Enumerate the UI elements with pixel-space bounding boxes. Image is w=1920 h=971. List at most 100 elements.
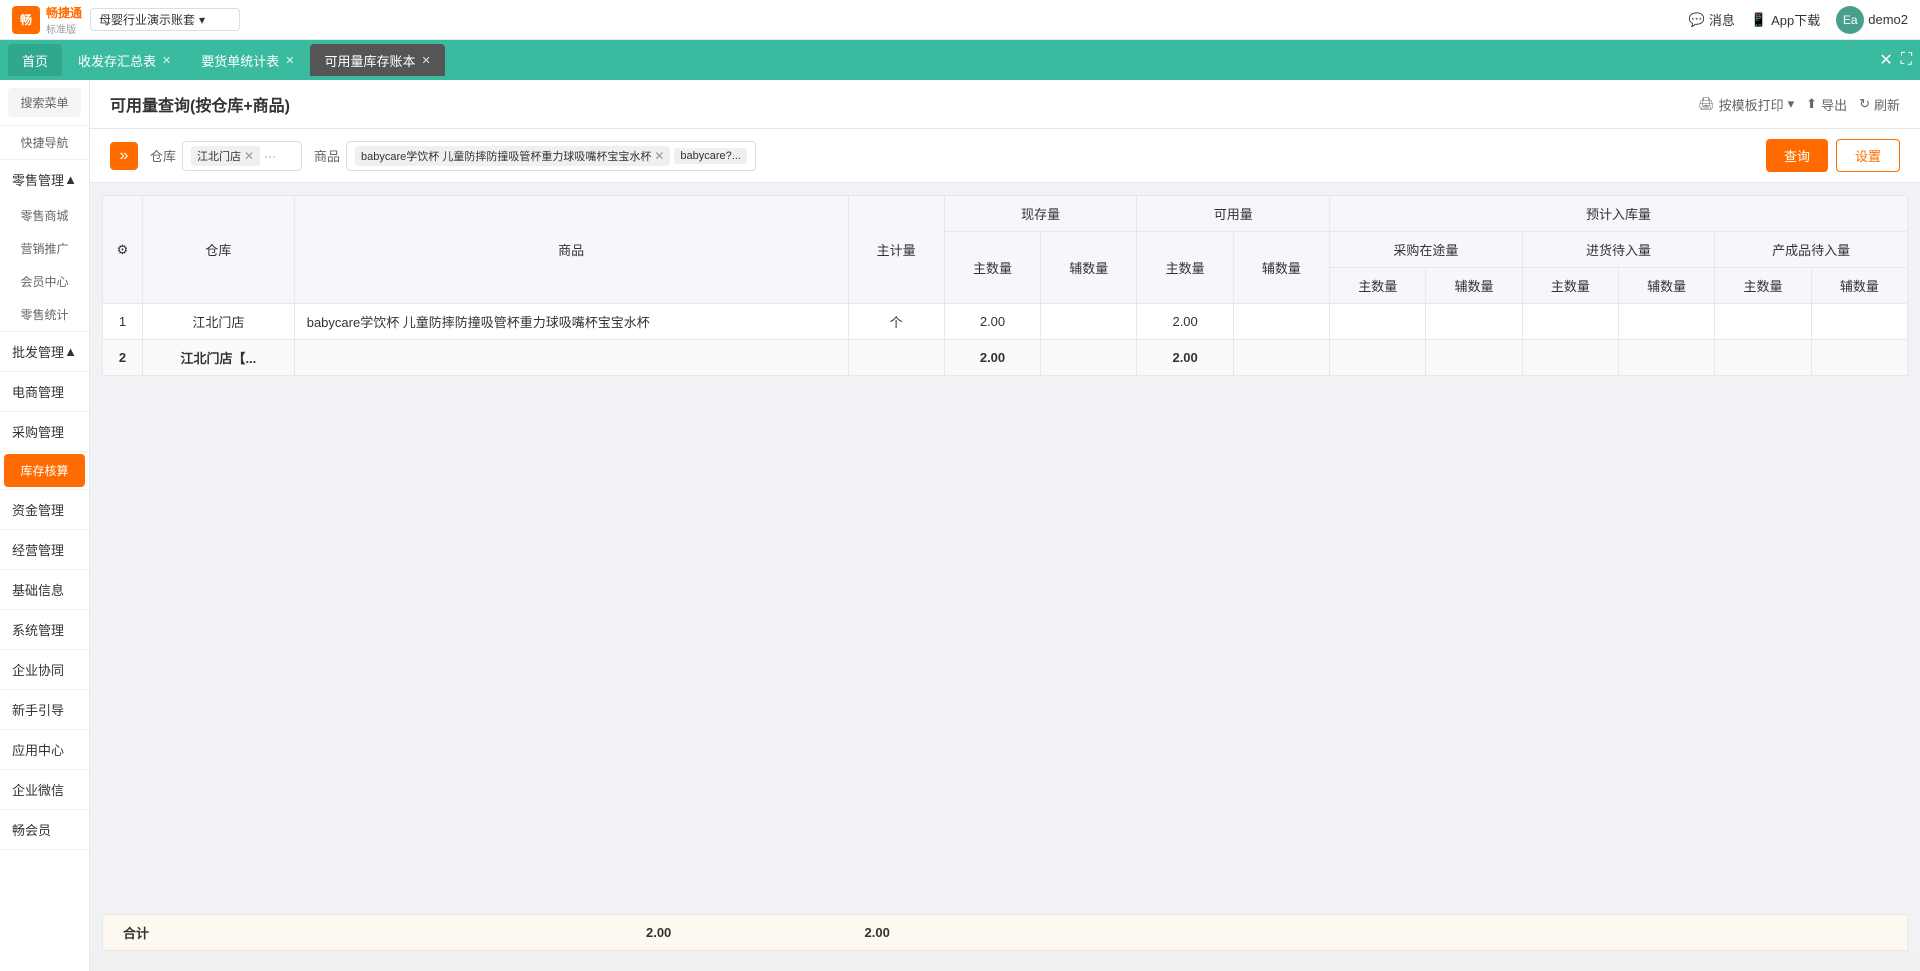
th-available-aux: 辅数量: [1233, 232, 1329, 304]
product-tag-2: babycare?...: [674, 148, 747, 164]
sidebar: 搜索菜单 快捷导航 零售管理 ▲ 零售商城 营销推广 会员中心 零售统计 批发管…: [0, 80, 90, 971]
product-filter-label: 商品: [314, 146, 340, 165]
sidebar-ops-label: 经营管理: [12, 540, 64, 559]
setting-btn[interactable]: 设置: [1836, 139, 1900, 172]
tab-home[interactable]: 首页: [8, 44, 62, 76]
tab-order-stats-label: 要货单统计表: [201, 51, 279, 70]
tab-order-stats[interactable]: 要货单统计表 ✕: [187, 44, 308, 76]
close-all-icon[interactable]: ✕: [1879, 50, 1892, 70]
product-tag-1-remove[interactable]: ✕: [654, 149, 664, 163]
sidebar-group-retail-header[interactable]: 零售管理 ▲: [0, 160, 89, 199]
app-download-btn[interactable]: 📱 App下载: [1751, 10, 1820, 29]
refresh-btn[interactable]: ↻ 刷新: [1859, 95, 1900, 114]
th-gear[interactable]: ⚙: [103, 196, 143, 304]
sidebar-group-finance: 资金管理: [0, 490, 89, 530]
industry-selector[interactable]: 母婴行业演示账套 ▾: [90, 8, 240, 31]
tab-available-stock-label: 可用量库存账本: [324, 51, 415, 70]
user-profile[interactable]: Ea demo2: [1836, 6, 1908, 34]
export-icon: ⬆: [1806, 96, 1817, 112]
message-btn[interactable]: 💬 消息: [1689, 10, 1735, 29]
sidebar-group-ops: 经营管理: [0, 530, 89, 570]
sidebar-group-wholesale: 批发管理 ▲: [0, 332, 89, 372]
quick-nav-btn[interactable]: 快捷导航: [0, 126, 89, 160]
th-inbound-main: 主数量: [1522, 268, 1618, 304]
filter-toggle-btn[interactable]: »: [110, 142, 138, 170]
th-planned-inbound: 预计入库量: [1330, 196, 1908, 232]
bottom-scrollbar[interactable]: [90, 951, 1920, 971]
sidebar-group-ecom-header[interactable]: 电商管理: [0, 372, 89, 411]
row-1-inbound-main: [1522, 304, 1618, 340]
warehouse-input[interactable]: 江北门店 ✕ ···: [182, 141, 302, 171]
row-1-inbound-aux: [1619, 304, 1715, 340]
row-1-unit: 个: [848, 304, 944, 340]
sidebar-group-wholesale-header[interactable]: 批发管理 ▲: [0, 332, 89, 371]
sidebar-wechat-label: 企业微信: [12, 780, 64, 799]
sidebar-group-guide-header[interactable]: 新手引导: [0, 690, 89, 729]
filter-bar: » 仓库 江北门店 ✕ ··· 商品 babycare学饮杯 儿童防摔防撞吸管杯…: [90, 129, 1920, 183]
th-current-aux: 辅数量: [1041, 232, 1137, 304]
sidebar-group-appcenter-header[interactable]: 应用中心: [0, 730, 89, 769]
warehouse-tag-remove[interactable]: ✕: [244, 149, 254, 163]
table-container[interactable]: ⚙ 仓库 商品 主计量 现存量 可用量 预计入库量 主数量 辅数量 主数量 辅数…: [90, 183, 1920, 914]
table-row: 2 江北门店【... 2.00 2.00: [103, 340, 1908, 376]
sidebar-item-retail-mall[interactable]: 零售商城: [0, 199, 89, 232]
product-input[interactable]: babycare学饮杯 儿童防摔防撞吸管杯重力球吸嘴杯宝宝水杯 ✕ babyca…: [346, 141, 756, 171]
sidebar-collab-label: 企业协同: [12, 660, 64, 679]
main-layout: 搜索菜单 快捷导航 零售管理 ▲ 零售商城 营销推广 会员中心 零售统计 批发管…: [0, 80, 1920, 971]
expand-retail-icon: ▲: [64, 172, 77, 187]
product-tag-2-value: babycare?...: [680, 150, 741, 162]
sidebar-item-member-center[interactable]: 会员中心: [0, 265, 89, 298]
sidebar-group-member-header[interactable]: 畅会员: [0, 810, 89, 849]
row-2-purchase-aux: [1426, 340, 1522, 376]
th-available: 可用量: [1137, 196, 1330, 232]
th-inbound-aux: 辅数量: [1619, 268, 1715, 304]
th-current-main: 主数量: [944, 232, 1040, 304]
sidebar-group-system: 系统管理: [0, 610, 89, 650]
sidebar-group-finance-header[interactable]: 资金管理: [0, 490, 89, 529]
logo-icon: 畅: [12, 6, 40, 34]
page-actions: 🖨 按模板打印 ▾ ⬆ 导出 ↻ 刷新: [1698, 95, 1900, 114]
print-chevron-icon: ▾: [1788, 96, 1795, 112]
product-filter: 商品 babycare学饮杯 儿童防摔防撞吸管杯重力球吸嘴杯宝宝水杯 ✕ bab…: [314, 141, 756, 171]
row-2-available-main: 2.00: [1137, 340, 1233, 376]
expand-icon[interactable]: ⛶: [1901, 51, 1912, 69]
sidebar-item-inventory[interactable]: 库存核算: [4, 454, 85, 487]
warehouse-more[interactable]: ···: [264, 149, 276, 163]
print-icon: 🖨: [1698, 96, 1715, 112]
sidebar-item-retail-stats[interactable]: 零售统计: [0, 298, 89, 331]
print-btn[interactable]: 🖨 按模板打印 ▾: [1698, 95, 1794, 114]
sidebar-group-collab-header[interactable]: 企业协同: [0, 650, 89, 689]
tab-receipts-label: 收发存汇总表: [78, 51, 156, 70]
tab-order-stats-close[interactable]: ✕: [285, 54, 294, 67]
tab-home-label: 首页: [22, 51, 48, 70]
tab-available-stock-close[interactable]: ✕: [422, 54, 431, 67]
tab-bar: 首页 收发存汇总表 ✕ 要货单统计表 ✕ 可用量库存账本 ✕ ✕ ⛶: [0, 40, 1920, 80]
sidebar-group-ops-header[interactable]: 经营管理: [0, 530, 89, 569]
search-menu-btn[interactable]: 搜索菜单: [8, 88, 81, 117]
export-btn[interactable]: ⬆ 导出: [1806, 95, 1847, 114]
sidebar-group-member: 畅会员: [0, 810, 89, 850]
th-purchase-main: 主数量: [1330, 268, 1426, 304]
sidebar-group-wechat-header[interactable]: 企业微信: [0, 770, 89, 809]
app-name: 畅捷通: [46, 4, 82, 21]
tab-receipts-close[interactable]: ✕: [162, 54, 171, 67]
sidebar-ecom-label: 电商管理: [12, 382, 64, 401]
sidebar-group-purchase-header[interactable]: 采购管理: [0, 412, 89, 451]
sidebar-guide-label: 新手引导: [12, 700, 64, 719]
sidebar-search-area: 搜索菜单: [0, 80, 89, 126]
sidebar-group-system-header[interactable]: 系统管理: [0, 610, 89, 649]
sidebar-item-marketing[interactable]: 营销推广: [0, 232, 89, 265]
query-btn[interactable]: 查询: [1766, 139, 1828, 172]
tab-receipts[interactable]: 收发存汇总表 ✕: [64, 44, 185, 76]
app-version: 标准版: [46, 21, 82, 36]
row-1-finished-main: [1715, 304, 1811, 340]
row-1-warehouse: 江北门店: [143, 304, 295, 340]
row-1-available-main: 2.00: [1137, 304, 1233, 340]
page-header: 可用量查询(按仓库+商品) 🖨 按模板打印 ▾ ⬆ 导出 ↻ 刷新: [90, 80, 1920, 129]
th-finished-aux: 辅数量: [1811, 268, 1907, 304]
download-icon: 📱: [1751, 12, 1767, 28]
sidebar-group-base-header[interactable]: 基础信息: [0, 570, 89, 609]
sidebar-wholesale-label: 批发管理: [12, 342, 64, 361]
tab-available-stock[interactable]: 可用量库存账本 ✕: [310, 44, 444, 76]
sidebar-group-purchase: 采购管理: [0, 412, 89, 452]
